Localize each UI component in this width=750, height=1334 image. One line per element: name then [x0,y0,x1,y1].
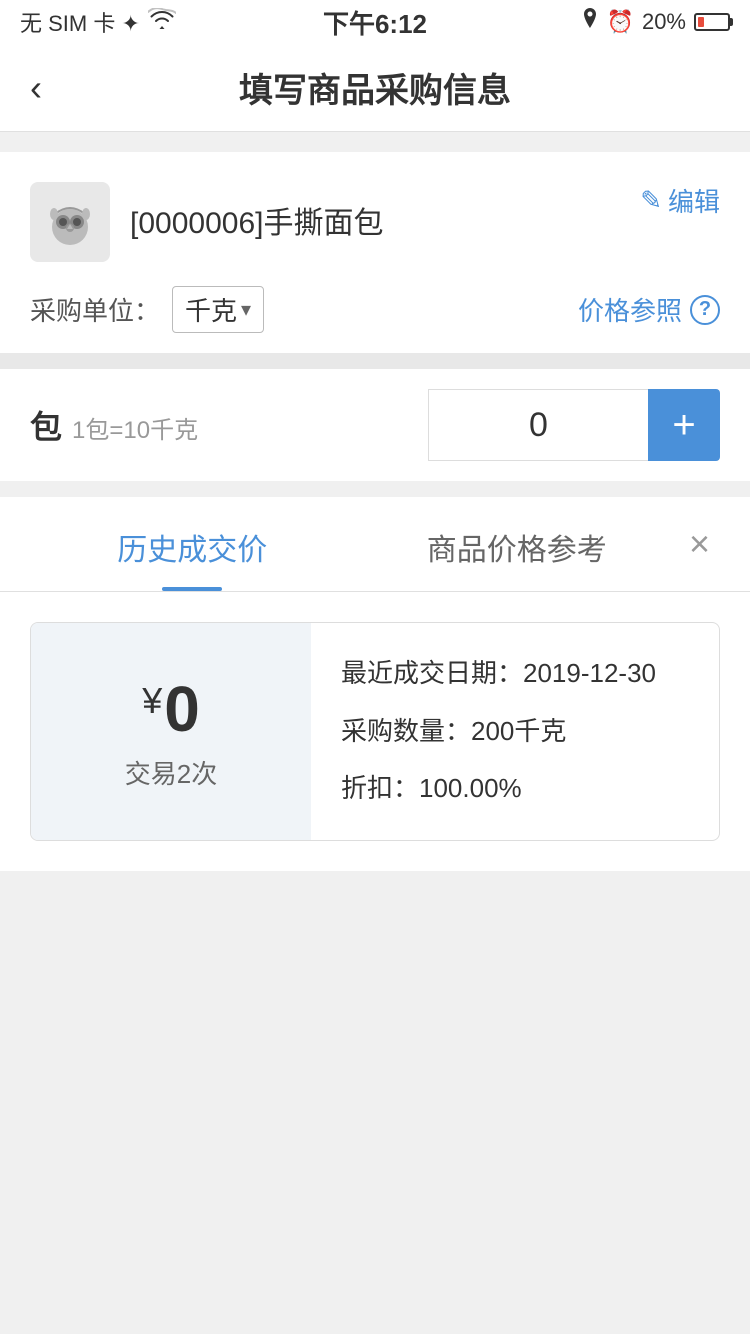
status-time: 下午6:12 [323,4,427,41]
product-thumbnail [30,182,110,262]
unit-select[interactable]: 千克 ▾ [172,286,264,333]
quantity-input[interactable] [428,389,648,461]
status-bar: 无 SIM 卡 ✦ 下午6:12 ⏰ 20% [0,0,750,44]
tab-section: 历史成交价 商品价格参考 × ¥ 0 交易2次 最近成交日期：2019-12-3… [0,497,750,871]
quantity-conversion: 1包=10千克 [72,410,198,445]
quantity-section: 包 1包=10千克 + [0,369,750,481]
quantity-input-group: + [428,389,720,461]
tab-close-button[interactable]: × [679,516,720,572]
discount-value: 100.00% [419,773,522,803]
price-discount-row: 折扣：100.00% [341,768,689,810]
price-amount: ¥ 0 [142,672,200,746]
qty-detail-label: 采购数量： [341,716,471,746]
price-ref-button[interactable]: 价格参照 ? [578,291,720,328]
qty-detail-value: 200千克 [471,716,566,746]
product-section: [0000006]手撕面包 ✎ 编辑 采购单位： 千克 ▾ 价格参照 ? [0,152,750,353]
sim-text: 无 SIM 卡 ✦ [20,6,140,38]
battery-icon [694,13,730,31]
quantity-label: 包 1包=10千克 [30,402,198,448]
location-icon [581,8,599,36]
price-left-panel: ¥ 0 交易2次 [31,623,311,840]
quantity-plus-button[interactable]: + [648,389,720,461]
battery-percent: 20% [642,9,686,35]
price-transactions: 交易2次 [125,754,217,791]
price-currency: ¥ [142,680,162,722]
date-value: 2019-12-30 [523,658,656,688]
product-header: [0000006]手撕面包 ✎ 编辑 [30,182,720,262]
section-divider [0,353,750,369]
price-qty-row: 采购数量：200千克 [341,711,689,753]
unit-dropdown-arrow: ▾ [241,297,251,322]
unit-row: 采购单位： 千克 ▾ [30,286,264,333]
price-right-panel: 最近成交日期：2019-12-30 采购数量：200千克 折扣：100.00% [311,623,719,840]
tab-header: 历史成交价 商品价格参考 × [0,497,750,592]
product-name: [0000006]手撕面包 [130,203,383,245]
product-meta: 采购单位： 千克 ▾ 价格参照 ? [30,286,720,333]
status-left: 无 SIM 卡 ✦ [20,6,176,38]
price-value: 0 [164,672,200,746]
price-ref-label: 价格参照 [578,291,682,328]
back-button[interactable]: ‹ [20,57,52,119]
tab-product-price[interactable]: 商品价格参考 [354,497,678,591]
product-left: [0000006]手撕面包 [30,182,383,262]
quantity-unit: 包 [30,402,62,448]
alarm-icon: ⏰ [607,9,634,35]
info-icon: ? [690,295,720,325]
page-title: 填写商品采购信息 [239,63,511,112]
edit-button[interactable]: ✎ 编辑 [640,182,720,219]
date-label: 最近成交日期： [341,658,523,688]
nav-bar: ‹ 填写商品采购信息 [0,44,750,132]
discount-label: 折扣： [341,773,419,803]
price-card: ¥ 0 交易2次 最近成交日期：2019-12-30 采购数量：200千克 折扣… [30,622,720,841]
tab-history-price[interactable]: 历史成交价 [30,497,354,591]
product-image [40,192,100,252]
unit-label: 采购单位： [30,291,160,328]
edit-icon: ✎ [640,185,662,216]
unit-value: 千克 [185,291,237,328]
price-content: ¥ 0 交易2次 最近成交日期：2019-12-30 采购数量：200千克 折扣… [0,592,750,871]
price-date-row: 最近成交日期：2019-12-30 [341,653,689,695]
status-right: ⏰ 20% [581,8,730,36]
wifi-icon [148,8,176,36]
